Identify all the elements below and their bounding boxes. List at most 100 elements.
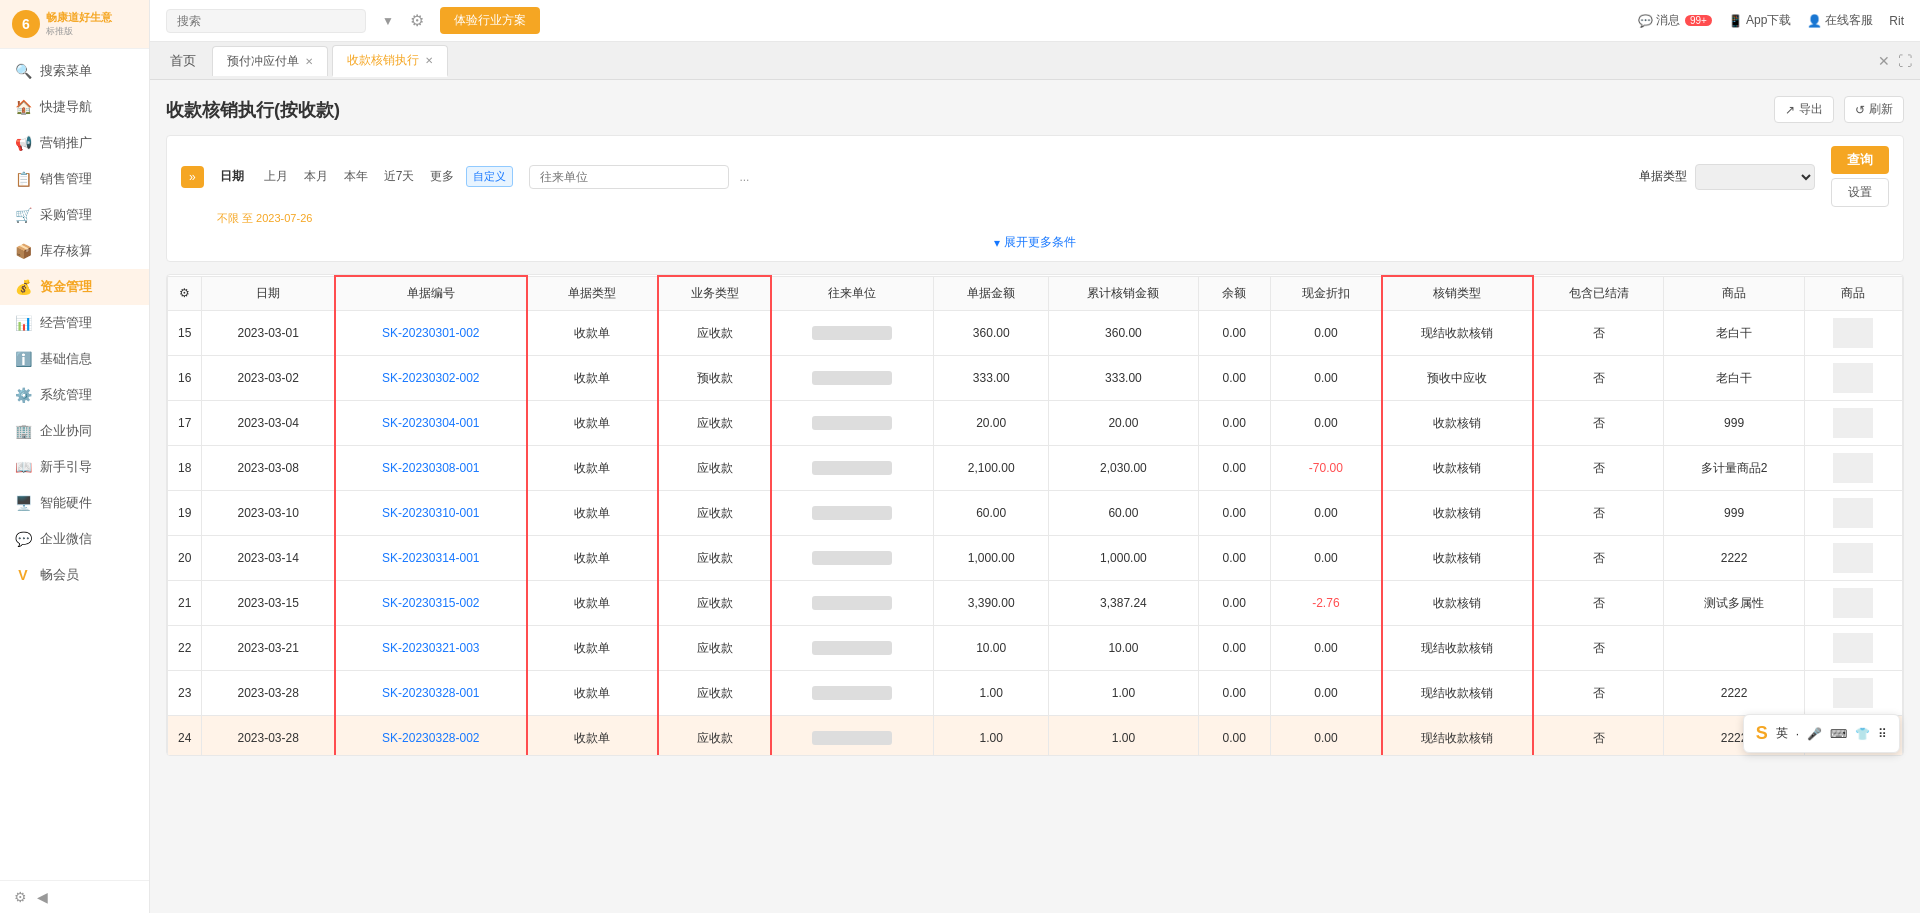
user-profile[interactable]: Rit bbox=[1889, 14, 1904, 28]
sidebar-item-operation[interactable]: 📊 经营管理 bbox=[0, 305, 149, 341]
order-no-link[interactable]: SK-20230315-002 bbox=[382, 596, 479, 610]
expand-more-btn[interactable]: ▾ 展开更多条件 bbox=[994, 234, 1076, 251]
message-button[interactable]: 💬 消息 99+ bbox=[1638, 12, 1712, 29]
sidebar-item-finance[interactable]: 💰 资金管理 bbox=[0, 269, 149, 305]
table-scroll[interactable]: ⚙ 日期 单据编号 单据类型 业务类型 往来单位 单据金额 累计核销金额 余额 … bbox=[167, 275, 1903, 755]
sidebar-item-enterprise[interactable]: 🏢 企业协同 bbox=[0, 413, 149, 449]
row-date: 2023-03-28 bbox=[202, 671, 335, 716]
refresh-button[interactable]: ↺ 刷新 bbox=[1844, 96, 1904, 123]
order-no-link[interactable]: SK-20230304-001 bbox=[382, 416, 479, 430]
row-order-type: 收款单 bbox=[527, 401, 659, 446]
row-product2 bbox=[1804, 446, 1902, 491]
tab-receipts-close-icon[interactable]: ✕ bbox=[425, 55, 433, 66]
row-unit bbox=[771, 626, 934, 671]
row-order-no: SK-20230302-002 bbox=[335, 356, 527, 401]
unit-input[interactable] bbox=[529, 165, 729, 189]
row-cancel-type: 现结收款核销 bbox=[1382, 626, 1533, 671]
order-no-link[interactable]: SK-20230302-002 bbox=[382, 371, 479, 385]
row-included: 否 bbox=[1533, 716, 1664, 756]
tab-fullscreen-icon[interactable]: ⛶ bbox=[1898, 53, 1912, 69]
hardware-icon: 🖥️ bbox=[14, 494, 32, 512]
floating-item-ying[interactable]: 英 bbox=[1776, 725, 1788, 742]
order-no-link[interactable]: SK-20230328-002 bbox=[382, 731, 479, 745]
sidebar-item-inventory[interactable]: 📦 库存核算 bbox=[0, 233, 149, 269]
row-cancel-type: 预收中应收 bbox=[1382, 356, 1533, 401]
collapse-icon[interactable]: ◀ bbox=[37, 889, 48, 905]
search-menu-icon: 🔍 bbox=[14, 62, 32, 80]
sidebar-item-member[interactable]: V 畅会员 bbox=[0, 557, 149, 593]
row-product1: 测试多属性 bbox=[1664, 581, 1805, 626]
sidebar-item-wechat[interactable]: 💬 企业微信 bbox=[0, 521, 149, 557]
query-button[interactable]: 查询 bbox=[1831, 146, 1889, 174]
sidebar-item-purchase[interactable]: 🛒 采购管理 bbox=[0, 197, 149, 233]
order-no-link[interactable]: SK-20230308-001 bbox=[382, 461, 479, 475]
date-this-year[interactable]: 本年 bbox=[340, 166, 372, 187]
search-input[interactable] bbox=[166, 9, 366, 33]
row-balance: 0.00 bbox=[1198, 401, 1270, 446]
tab-bar-right: ✕ ⛶ bbox=[1878, 53, 1912, 69]
online-service-button[interactable]: 👤 在线客服 bbox=[1807, 12, 1873, 29]
row-num: 21 bbox=[168, 581, 202, 626]
sidebar-item-marketing[interactable]: 📢 营销推广 bbox=[0, 125, 149, 161]
order-no-link[interactable]: SK-20230310-001 bbox=[382, 506, 479, 520]
row-accumulated: 3,387.24 bbox=[1049, 581, 1198, 626]
floating-grid-icon[interactable]: ⠿ bbox=[1878, 727, 1887, 741]
floating-mic-icon[interactable]: 🎤 bbox=[1807, 727, 1822, 741]
app-download-button[interactable]: 📱 App下载 bbox=[1728, 12, 1791, 29]
order-no-link[interactable]: SK-20230301-002 bbox=[382, 326, 479, 340]
col-settings[interactable]: ⚙ bbox=[168, 276, 202, 311]
row-accumulated: 1.00 bbox=[1049, 671, 1198, 716]
row-date: 2023-03-28 bbox=[202, 716, 335, 756]
date-this-month[interactable]: 本月 bbox=[300, 166, 332, 187]
dropdown-arrow-icon[interactable]: ▼ bbox=[382, 14, 394, 28]
settings-icon[interactable]: ⚙ bbox=[14, 889, 27, 905]
row-accumulated: 1.00 bbox=[1049, 716, 1198, 756]
date-last-month[interactable]: 上月 bbox=[260, 166, 292, 187]
row-amount: 1.00 bbox=[934, 671, 1049, 716]
row-product2 bbox=[1804, 536, 1902, 581]
basic-icon: ℹ️ bbox=[14, 350, 32, 368]
logo-icon: 6 bbox=[12, 10, 40, 38]
industry-solution-button[interactable]: 体验行业方案 bbox=[440, 7, 540, 34]
col-cancel-type: 核销类型 bbox=[1382, 276, 1533, 311]
row-biz-type: 应收款 bbox=[658, 536, 770, 581]
tab-prepay-close-icon[interactable]: ✕ bbox=[305, 56, 313, 67]
sidebar-item-basic[interactable]: ℹ️ 基础信息 bbox=[0, 341, 149, 377]
row-date: 2023-03-14 bbox=[202, 536, 335, 581]
sidebar-item-hardware[interactable]: 🖥️ 智能硬件 bbox=[0, 485, 149, 521]
sidebar-item-search[interactable]: 🔍 搜索菜单 bbox=[0, 53, 149, 89]
export-button[interactable]: ↗ 导出 bbox=[1774, 96, 1834, 123]
tab-receipts[interactable]: 收款核销执行 ✕ bbox=[332, 45, 448, 77]
sidebar-item-sales[interactable]: 📋 销售管理 bbox=[0, 161, 149, 197]
system-icon: ⚙️ bbox=[14, 386, 32, 404]
tab-close-all-icon[interactable]: ✕ bbox=[1878, 53, 1890, 69]
date-last-7days[interactable]: 近7天 bbox=[380, 166, 419, 187]
floating-shirt-icon[interactable]: 👕 bbox=[1855, 727, 1870, 741]
row-num: 20 bbox=[168, 536, 202, 581]
row-included: 否 bbox=[1533, 446, 1664, 491]
filter-toggle-button[interactable]: » bbox=[181, 166, 204, 188]
row-order-no: SK-20230328-001 bbox=[335, 671, 527, 716]
expand-down-icon: ▾ bbox=[994, 236, 1000, 250]
floating-keyboard-icon[interactable]: ⌨ bbox=[1830, 727, 1847, 741]
member-icon: V bbox=[14, 566, 32, 584]
order-no-link[interactable]: SK-20230314-001 bbox=[382, 551, 479, 565]
setting-button[interactable]: 设置 bbox=[1831, 178, 1889, 207]
table-row: 21 2023-03-15 SK-20230315-002 收款单 应收款 3,… bbox=[168, 581, 1903, 626]
tab-prepay[interactable]: 预付冲应付单 ✕ bbox=[212, 46, 328, 76]
sidebar-item-guide[interactable]: 📖 新手引导 bbox=[0, 449, 149, 485]
floating-dot: · bbox=[1796, 727, 1799, 741]
type-select[interactable] bbox=[1695, 164, 1815, 190]
sidebar-item-quicknav[interactable]: 🏠 快捷导航 bbox=[0, 89, 149, 125]
date-more[interactable]: 更多 bbox=[426, 166, 458, 187]
order-no-link[interactable]: SK-20230321-003 bbox=[382, 641, 479, 655]
date-custom-btn[interactable]: 自定义 bbox=[466, 166, 513, 187]
gear-icon[interactable]: ⚙ bbox=[410, 11, 424, 30]
sidebar-item-system[interactable]: ⚙️ 系统管理 bbox=[0, 377, 149, 413]
finance-icon: 💰 bbox=[14, 278, 32, 296]
row-date: 2023-03-04 bbox=[202, 401, 335, 446]
row-amount: 2,100.00 bbox=[934, 446, 1049, 491]
order-no-link[interactable]: SK-20230328-001 bbox=[382, 686, 479, 700]
row-accumulated: 333.00 bbox=[1049, 356, 1198, 401]
tab-home[interactable]: 首页 bbox=[158, 46, 208, 76]
